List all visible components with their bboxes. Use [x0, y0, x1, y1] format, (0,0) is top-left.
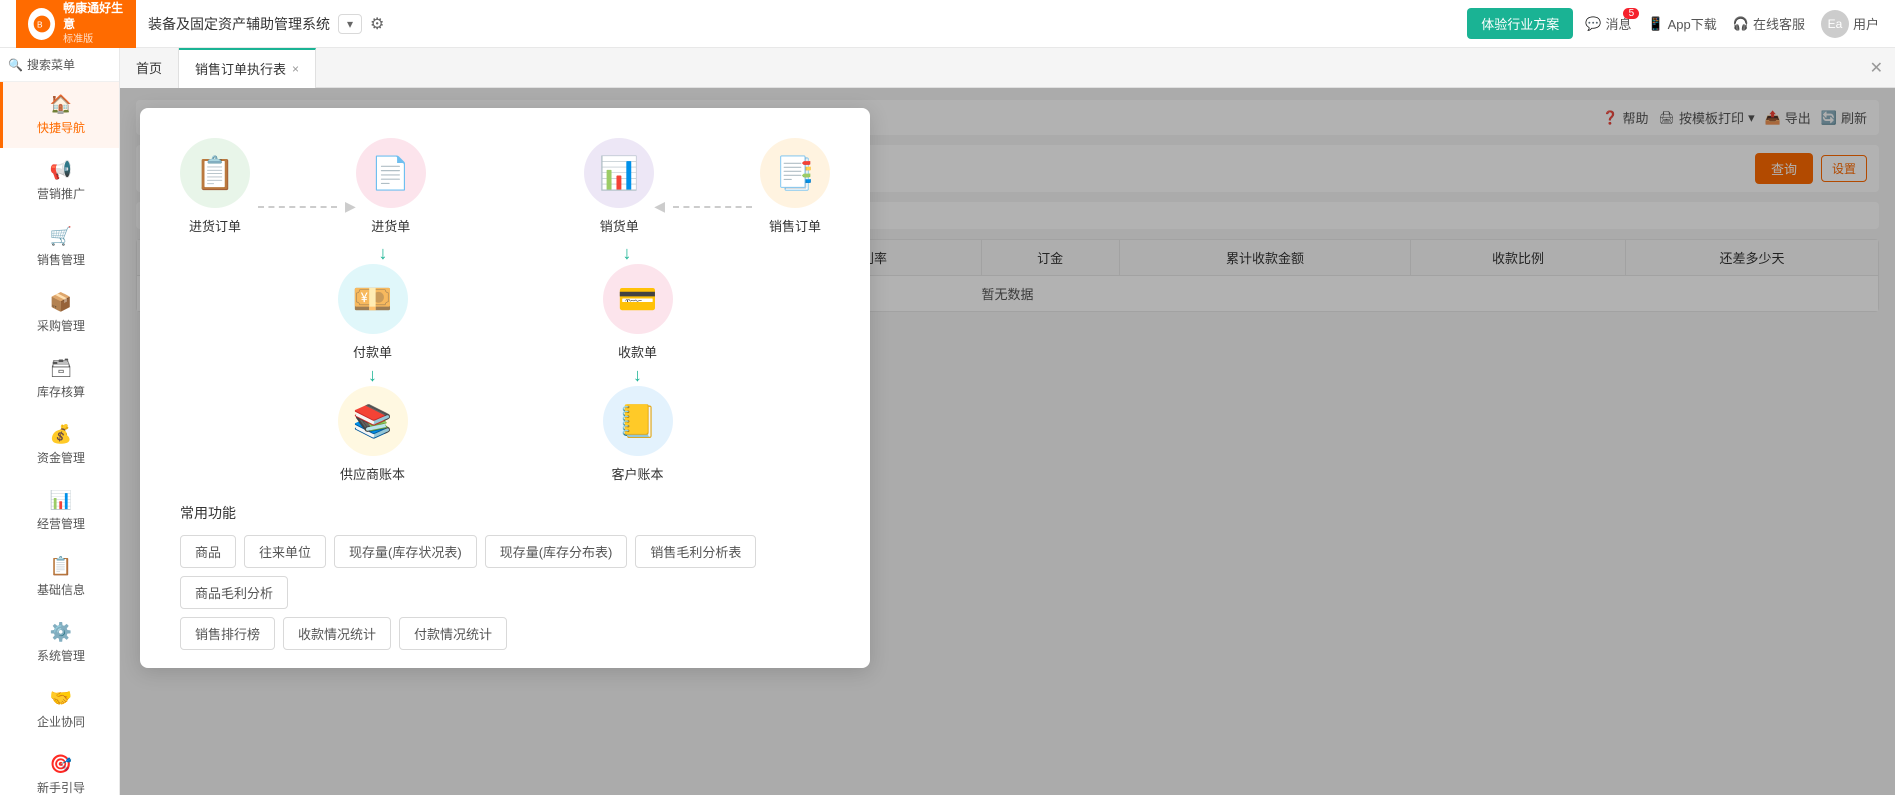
purchase-icon: 📦 [50, 292, 72, 313]
sales-bill-icon: 📊 [584, 138, 654, 208]
system-dropdown-btn[interactable]: ▾ [338, 14, 362, 34]
finance-icon: 💰 [50, 424, 72, 445]
func-btn-partner[interactable]: 往来单位 [244, 535, 326, 568]
func-btn-sales-rank[interactable]: 销售排行榜 [180, 617, 275, 650]
sidebar-item-finance[interactable]: 💰 资金管理 [0, 412, 119, 478]
flow-node-sales-bill[interactable]: 📊 销货单 [584, 138, 654, 235]
flow-node-sales-order[interactable]: 📑 销售订单 [760, 138, 830, 235]
modal-overlay: 📋 进货订单 ▶ 📄 进货单 [120, 88, 1895, 795]
sidebar-item-operation[interactable]: 📊 经营管理 [0, 478, 119, 544]
tab-bar-close-btn[interactable]: ✕ [1858, 58, 1895, 78]
arrow-so-sb: ◀ [654, 198, 760, 235]
flow-row-2: 💴 付款单 💳 收款单 [180, 264, 830, 361]
flow-row-1: 📋 进货订单 ▶ 📄 进货单 [180, 138, 830, 235]
flow-row-3: 📚 供应商账本 📒 客户账本 [180, 386, 830, 483]
inventory-icon: 🗃 [50, 358, 73, 379]
sidebar-item-guide[interactable]: 🎯 新手引导 [0, 742, 119, 795]
sidebar-item-collab[interactable]: 🤝 企业协同 [0, 676, 119, 742]
sidebar-item-marketing[interactable]: 📢 营销推广 [0, 148, 119, 214]
down-arrow-customer: ↓ [633, 365, 642, 386]
flow-node-purchase-order[interactable]: 📋 进货订单 [180, 138, 250, 235]
tab-home[interactable]: 首页 [120, 48, 179, 88]
customer-ledger-icon: 📒 [603, 386, 673, 456]
experience-btn[interactable]: 体验行业方案 [1467, 8, 1573, 39]
common-title: 常用功能 [180, 503, 830, 523]
logo-text: 畅康通好生意 标准版 [63, 1, 124, 45]
sales-order-icon: 📑 [760, 138, 830, 208]
tab-bar: 首页 销售订单执行表 × ✕ [120, 48, 1895, 88]
flow-node-payment[interactable]: 💴 付款单 [338, 264, 408, 361]
operation-icon: 📊 [50, 490, 72, 511]
supplier-ledger-icon: 📚 [338, 386, 408, 456]
content-area: 首页 销售订单执行表 × ✕ ❓ 帮助 🖨 按模板打印 ▾ [120, 48, 1895, 795]
main-layout: 🔍 搜索菜单 🏠 快捷导航 📢 营销推广 🛒 销售管理 📦 采购管理 🗃 库存核… [0, 48, 1895, 795]
function-btns-row2: 销售排行榜 收款情况统计 付款情况统计 [180, 617, 830, 650]
page-content: ❓ 帮助 🖨 按模板打印 ▾ 📤 导出 🔄 刷新 [120, 88, 1895, 795]
down-arrows-row: ↓ ↓ [180, 243, 830, 264]
modal-box: 📋 进货订单 ▶ 📄 进货单 [140, 108, 870, 668]
func-btn-payment-stats[interactable]: 付款情况统计 [399, 617, 507, 650]
down-arrow-payment: ↓ [348, 243, 418, 264]
sidebar-item-inventory[interactable]: 🗃 库存核算 [0, 346, 119, 412]
mobile-icon: 📱 [1647, 16, 1663, 32]
tab-sales-order[interactable]: 销售订单执行表 × [179, 48, 316, 88]
user-menu-btn[interactable]: Ea 用户 [1821, 10, 1879, 38]
down-arrows-row2: ↓ ↓ [180, 365, 830, 386]
modal-content: 📋 进货订单 ▶ 📄 进货单 [140, 108, 870, 668]
top-header: B 畅康通好生意 标准版 装备及固定资产辅助管理系统 ▾ ⚙ 体验行业方案 💬 … [0, 0, 1895, 48]
receipt-icon: 💳 [603, 264, 673, 334]
sidebar-item-system[interactable]: ⚙️ 系统管理 [0, 610, 119, 676]
flow-node-receipt[interactable]: 💳 收款单 [603, 264, 673, 361]
func-btn-sales-margin[interactable]: 销售毛利分析表 [635, 535, 756, 568]
app-download-btn[interactable]: 📱 App下载 [1647, 14, 1716, 33]
payment-icon: 💴 [338, 264, 408, 334]
system-icon: ⚙️ [50, 622, 72, 643]
purchase-bill-icon: 📄 [356, 138, 426, 208]
logo-icon: B [28, 8, 55, 40]
basic-info-icon: 📋 [50, 556, 72, 577]
system-name: 装备及固定资产辅助管理系统 ▾ ⚙ [148, 14, 1455, 34]
sidebar: 🔍 搜索菜单 🏠 快捷导航 📢 营销推广 🛒 销售管理 📦 采购管理 🗃 库存核… [0, 48, 120, 795]
message-icon: 💬 [1585, 16, 1601, 32]
down-arrow-supplier: ↓ [368, 365, 377, 386]
sidebar-item-purchase[interactable]: 📦 采购管理 [0, 280, 119, 346]
collab-icon: 🤝 [50, 688, 72, 709]
tab-close-btn[interactable]: × [292, 62, 299, 76]
online-service-btn[interactable]: 🎧 在线客服 [1733, 14, 1805, 33]
sidebar-item-basic-info[interactable]: 📋 基础信息 [0, 544, 119, 610]
sidebar-item-sales[interactable]: 🛒 销售管理 [0, 214, 119, 280]
message-badge: 5 [1623, 8, 1639, 19]
func-btn-product-margin[interactable]: 商品毛利分析 [180, 576, 288, 609]
svg-text:B: B [37, 19, 43, 29]
common-functions: 常用功能 商品 往来单位 现存量(库存状况表) 现存量(库存分布表) 销售毛利分… [180, 503, 830, 650]
headset-icon: 🎧 [1733, 16, 1749, 32]
func-btn-product[interactable]: 商品 [180, 535, 236, 568]
sidebar-item-quick-nav[interactable]: 🏠 快捷导航 [0, 82, 119, 148]
avatar: Ea [1821, 10, 1849, 38]
down-arrow-receipt: ↓ [592, 243, 662, 264]
flow-node-purchase-bill[interactable]: 📄 进货单 [356, 138, 426, 235]
header-right: 💬 消息 5 📱 App下载 🎧 在线客服 Ea 用户 [1585, 10, 1879, 38]
search-menu-btn[interactable]: 🔍 搜索菜单 [0, 48, 119, 82]
purchase-order-icon: 📋 [180, 138, 250, 208]
home-icon: 🏠 [50, 94, 72, 115]
flow-node-supplier-ledger[interactable]: 📚 供应商账本 [338, 386, 408, 483]
guide-icon: 🎯 [50, 754, 72, 775]
logo-area: B 畅康通好生意 标准版 [16, 0, 136, 48]
sales-icon: 🛒 [50, 226, 72, 247]
arrow-po-pb: ▶ [250, 198, 356, 235]
func-btn-inventory-dist[interactable]: 现存量(库存分布表) [485, 535, 628, 568]
function-btns-row1: 商品 往来单位 现存量(库存状况表) 现存量(库存分布表) 销售毛利分析表 商品… [180, 535, 830, 609]
message-btn[interactable]: 💬 消息 5 [1585, 14, 1631, 33]
func-btn-inventory-status[interactable]: 现存量(库存状况表) [334, 535, 477, 568]
func-btn-receipt-stats[interactable]: 收款情况统计 [283, 617, 391, 650]
settings-icon-btn[interactable]: ⚙ [370, 14, 384, 34]
marketing-icon: 📢 [50, 160, 72, 181]
flow-node-customer-ledger[interactable]: 📒 客户账本 [603, 386, 673, 483]
search-icon: 🔍 [8, 58, 23, 72]
